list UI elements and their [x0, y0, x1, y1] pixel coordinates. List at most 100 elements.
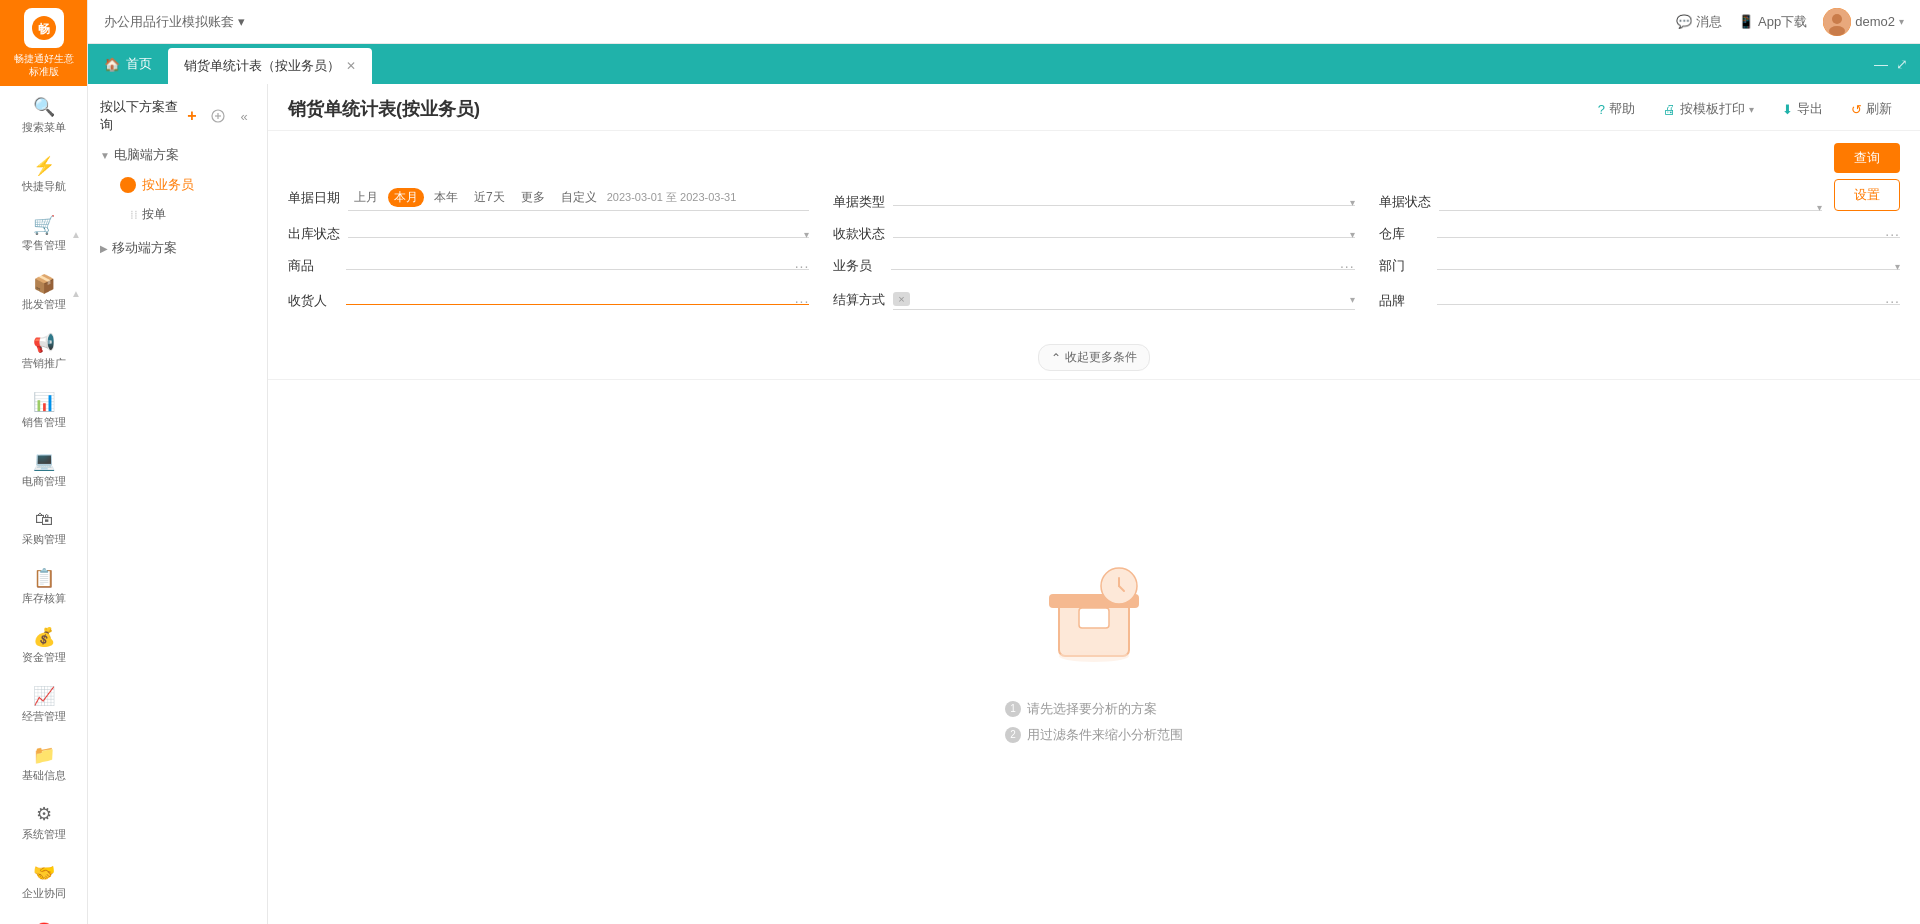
salesperson-filter-control[interactable]: ···	[891, 263, 1354, 270]
svg-text:畅: 畅	[38, 22, 50, 36]
sidebar-item-system[interactable]: ⚙ 系统管理	[0, 793, 87, 852]
print-btn[interactable]: 🖨 按模板打印 ▾	[1655, 96, 1762, 122]
mobile-group-arrow: ▶	[100, 243, 108, 254]
salesperson-label: 业务员	[833, 257, 883, 275]
app-download-btn[interactable]: 📱 App下载	[1738, 13, 1807, 31]
salesperson-more-icon[interactable]: ···	[1340, 258, 1355, 274]
date-tab-more[interactable]: 更多	[515, 188, 551, 207]
tip-2-text: 用过滤条件来缩小分析范围	[1027, 722, 1183, 748]
date-tab-this-year[interactable]: 本年	[428, 188, 464, 207]
operations-icon: 📈	[33, 685, 55, 707]
collapse-filters-btn[interactable]: ⌃ 收起更多条件	[1038, 344, 1150, 371]
sidebar-item-retail[interactable]: 🛒 零售管理 ▲	[0, 204, 87, 263]
sidebar-item-purchase[interactable]: 🛍 采购管理	[0, 499, 87, 557]
svg-rect-10	[1079, 608, 1109, 628]
settlement-tag-x[interactable]: ×	[898, 293, 904, 305]
date-tab-last-month[interactable]: 上月	[348, 188, 384, 207]
sidebar-item-enterprise[interactable]: 🤝 企业协同	[0, 852, 87, 911]
tab-home[interactable]: 🏠 首页	[88, 44, 168, 84]
sidebar-item-quick-nav[interactable]: ⚡ 快捷导航	[0, 145, 87, 204]
filter-doctype-col: 单据类型 ▾	[833, 193, 1354, 211]
filter-row-3: 商品 ··· 业务员 ··· 部门 ▾	[288, 257, 1900, 275]
sidebar-item-search[interactable]: 🔍 搜索菜单	[0, 86, 87, 145]
refresh-btn[interactable]: ↺ 刷新	[1843, 96, 1900, 122]
filter-warehouse-col: 仓库 ···	[1379, 225, 1900, 243]
goods-label: 商品	[288, 257, 338, 275]
active-scheme-dot	[120, 177, 136, 193]
brand-more-icon[interactable]: ···	[1885, 293, 1900, 309]
add-scheme-btn[interactable]: +	[181, 105, 203, 127]
panel-header-label: 按以下方案查询	[100, 98, 181, 134]
brand-filter-control[interactable]: ···	[1437, 298, 1900, 305]
tab-sales-stat[interactable]: 销货单统计表（按业务员） ✕	[168, 48, 372, 84]
consignee-label: 收货人	[288, 292, 338, 310]
docstatus-filter-control[interactable]: ▾	[1439, 204, 1822, 211]
settlement-dropdown-icon: ▾	[1350, 294, 1355, 305]
topbar-right: 💬 消息 📱 App下载 demo2 ▾	[1676, 8, 1904, 36]
desktop-scheme-group: ▼ 电脑端方案 按业务员 ⁞⁞ 按单	[88, 140, 267, 229]
doctype-dropdown-icon: ▾	[1350, 196, 1355, 207]
department-filter-control[interactable]: ▾	[1437, 263, 1900, 270]
logo-icon: 畅	[24, 8, 64, 48]
logo-area[interactable]: 畅 畅捷通好生意 标准版	[0, 0, 87, 86]
settlement-tag[interactable]: ×	[893, 292, 909, 306]
warehouse-label: 仓库	[1379, 225, 1429, 243]
sidebar-item-newbie[interactable]: 🎯 新手引导	[0, 911, 87, 924]
payment-filter-control[interactable]: ▾	[893, 231, 1354, 238]
edit-scheme-btn[interactable]	[207, 105, 229, 127]
message-btn[interactable]: 💬 消息	[1676, 13, 1722, 31]
scheme-sub-item-by-order[interactable]: ⁞⁞ 按单	[88, 200, 267, 229]
settings-button[interactable]: 设置	[1834, 179, 1900, 211]
outstatus-label: 出库状态	[288, 225, 340, 243]
sidebar-item-basic-info[interactable]: 📁 基础信息	[0, 734, 87, 793]
desktop-scheme-group-header[interactable]: ▼ 电脑端方案	[88, 140, 267, 170]
settlement-filter-control[interactable]: × ▾	[893, 289, 1354, 310]
mobile-scheme-group-header[interactable]: ▶ 移动端方案	[88, 233, 267, 263]
tip-2-num: 2	[1005, 727, 1021, 743]
sidebar-item-wholesale[interactable]: 📦 批发管理 ▲	[0, 263, 87, 322]
user-menu[interactable]: demo2 ▾	[1823, 8, 1904, 36]
settlement-label: 结算方式	[833, 291, 885, 309]
date-filter-control[interactable]: 上月 本月 本年 近7天 更多 自定义 2023-03-01 至 2023-03…	[348, 185, 809, 211]
sidebar-item-ecommerce[interactable]: 💻 电商管理	[0, 440, 87, 499]
export-btn[interactable]: ⬇ 导出	[1774, 96, 1831, 122]
sidebar-item-inventory[interactable]: 📋 库存核算	[0, 557, 87, 616]
sidebar-item-sales[interactable]: 📊 销售管理	[0, 381, 87, 440]
svg-point-14	[1059, 650, 1129, 662]
consignee-filter-control[interactable]: ···	[346, 298, 809, 305]
home-icon: 🏠	[104, 57, 120, 72]
consignee-more-icon[interactable]: ···	[795, 293, 810, 309]
scheme-by-salesperson-label: 按业务员	[142, 176, 194, 194]
sidebar-item-operations[interactable]: 📈 经营管理	[0, 675, 87, 734]
enterprise-icon: 🤝	[33, 862, 55, 884]
query-button[interactable]: 查询	[1834, 143, 1900, 173]
user-dropdown-icon: ▾	[1899, 16, 1904, 27]
outstatus-filter-control[interactable]: ▾	[348, 231, 809, 238]
doctype-filter-control[interactable]: ▾	[893, 199, 1354, 206]
tab-close-icon[interactable]: ✕	[346, 59, 356, 73]
scheme-item-by-salesperson[interactable]: 按业务员	[92, 170, 263, 200]
goods-filter-control[interactable]: ···	[346, 263, 809, 270]
page-title-bar: 销货单统计表(按业务员) ? 帮助 🖨 按模板打印 ▾ ⬇ 导出	[268, 84, 1920, 131]
sidebar-item-marketing[interactable]: 📢 营销推广	[0, 322, 87, 381]
date-tab-last-7[interactable]: 近7天	[468, 188, 511, 207]
warehouse-filter-control[interactable]: ···	[1437, 231, 1900, 238]
help-icon: ?	[1598, 102, 1605, 117]
collapse-panel-btn[interactable]: «	[233, 105, 255, 127]
tab-minimize-btn[interactable]: —	[1874, 56, 1888, 72]
warehouse-more-icon[interactable]: ···	[1885, 226, 1900, 242]
topbar-title-dropdown[interactable]: 办公用品行业模拟账套 ▾	[104, 13, 245, 31]
date-tab-custom[interactable]: 自定义	[555, 188, 603, 207]
sidebar-item-finance[interactable]: 💰 资金管理	[0, 616, 87, 675]
filter-row-4: 收货人 ··· 结算方式 × ▾	[288, 289, 1900, 310]
filter-docstatus-col: 单据状态 ▾ 查询 设置	[1379, 143, 1900, 211]
goods-more-icon[interactable]: ···	[795, 258, 810, 274]
svg-point-3	[1832, 14, 1842, 24]
topbar-left: 办公用品行业模拟账套 ▾	[104, 13, 245, 31]
tab-maximize-btn[interactable]: ⤢	[1896, 56, 1908, 72]
help-btn[interactable]: ? 帮助	[1590, 96, 1643, 122]
date-tab-this-month[interactable]: 本月	[388, 188, 424, 207]
print-dropdown-icon: ▾	[1749, 104, 1754, 115]
title-actions: ? 帮助 🖨 按模板打印 ▾ ⬇ 导出 ↺ 刷新	[1590, 96, 1900, 122]
action-buttons: 查询 设置	[1834, 143, 1900, 211]
